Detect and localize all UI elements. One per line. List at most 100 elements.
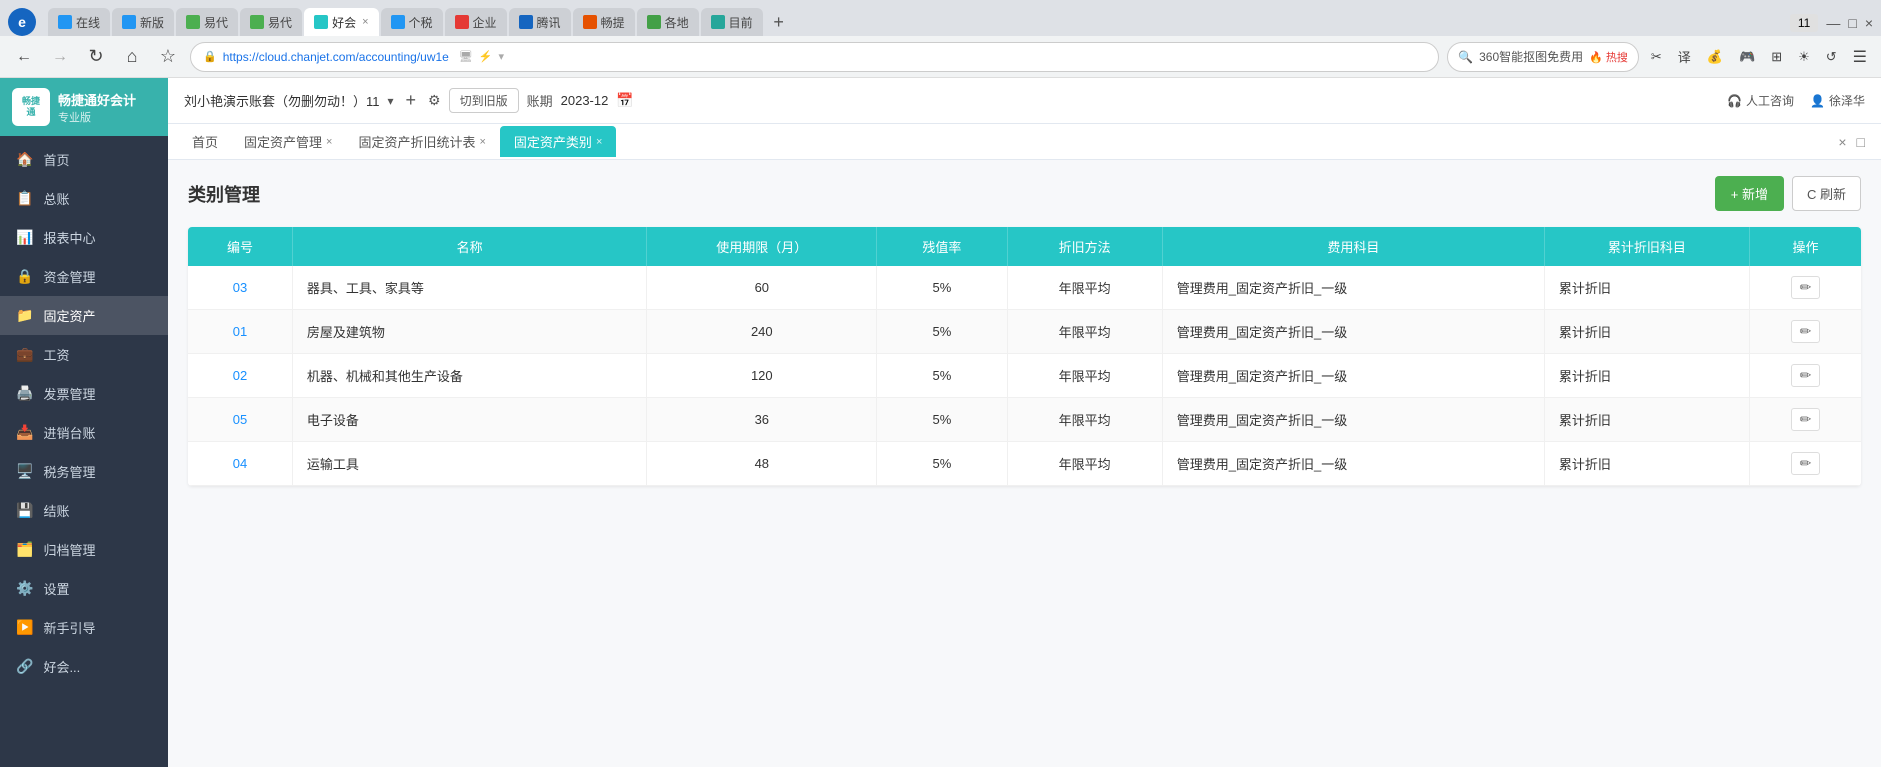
cell-code: 01 — [188, 310, 292, 354]
sidebar-item-settings[interactable]: ⚙️ 设置 — [0, 569, 168, 608]
sidebar-item-archive[interactable]: 🗂️ 归档管理 — [0, 530, 168, 569]
window-close[interactable]: × — [1865, 15, 1873, 31]
cell-expense-account: 管理费用_固定资产折旧_一级 — [1162, 354, 1544, 398]
main-content: 类别管理 + 新增 C 刷新 编号 名称 使用期限（月） 残值率 — [168, 160, 1881, 767]
dropdown-icon[interactable]: ▾ — [388, 94, 394, 108]
browser-tab-qiye[interactable]: 企业 — [445, 8, 507, 36]
wallet-icon[interactable]: 💰 — [1703, 45, 1727, 69]
tax-icon: 🖥️ — [16, 463, 33, 480]
new-tab-button[interactable]: + — [765, 8, 793, 36]
game-icon[interactable]: 🎮 — [1735, 45, 1759, 69]
cut-icon[interactable]: ✂ — [1647, 45, 1666, 69]
browser-tab-changtui[interactable]: 畅提 — [573, 8, 635, 36]
consultant-button[interactable]: 🎧 人工咨询 — [1727, 92, 1794, 109]
user-icon: 👤 — [1810, 94, 1825, 108]
edit-button[interactable]: ✏ — [1791, 320, 1821, 343]
add-button[interactable]: + 新增 — [1715, 176, 1784, 211]
refresh-button-main[interactable]: C 刷新 — [1792, 176, 1861, 211]
browser-tab-xinban[interactable]: 新版 — [112, 8, 174, 36]
refresh-button[interactable]: ↻ — [82, 43, 110, 71]
window-minimize[interactable]: — — [1826, 15, 1840, 31]
sidebar-nav: 🏠 首页 📋 总账 📊 报表中心 🔒 资金管理 📁 固定资产 💼 工资 — [0, 136, 168, 767]
table-row: 03器具、工具、家具等605%年限平均管理费用_固定资产折旧_一级累计折旧✏ — [188, 266, 1861, 310]
sidebar-item-payroll[interactable]: 💼 工资 — [0, 335, 168, 374]
col-header-residual: 残值率 — [877, 227, 1007, 266]
browser-tab-gesui[interactable]: 个税 — [381, 8, 443, 36]
cell-period: 240 — [647, 310, 877, 354]
browser-tab-muqian[interactable]: 目前 — [701, 8, 763, 36]
sidebar-item-funds[interactable]: 🔒 资金管理 — [0, 257, 168, 296]
browser-tab-zaixin[interactable]: 在线 — [48, 8, 110, 36]
more-icon: 🔗 — [16, 658, 33, 675]
cell-method: 年限平均 — [1007, 354, 1162, 398]
tab-depreciation-close[interactable]: × — [479, 136, 485, 148]
translate-icon[interactable]: 译 — [1674, 43, 1695, 70]
window-maximize[interactable]: □ — [1848, 15, 1856, 31]
menu-button[interactable]: ☰ — [1849, 43, 1871, 71]
cell-name: 器具、工具、家具等 — [292, 266, 646, 310]
sidebar-item-tax[interactable]: 🖥️ 税务管理 — [0, 452, 168, 491]
sidebar-item-fixed-assets[interactable]: 📁 固定资产 — [0, 296, 168, 335]
cell-method: 年限平均 — [1007, 398, 1162, 442]
tab-category[interactable]: 固定资产类别 × — [500, 126, 616, 157]
browser-tab-gedi[interactable]: 各地 — [637, 8, 699, 36]
tab-fixed-mgmt[interactable]: 固定资产管理 × — [232, 126, 344, 157]
table-row: 01房屋及建筑物2405%年限平均管理费用_固定资产折旧_一级累计折旧✏ — [188, 310, 1861, 354]
tab-bar-close-icon[interactable]: × — [1834, 130, 1850, 154]
settings-gear-icon[interactable]: ⚙ — [428, 92, 441, 109]
browser-tab-yidai1[interactable]: 易代 — [176, 8, 238, 36]
url-bar[interactable]: 🔒 https://cloud.chanjet.com/accounting/u… — [190, 42, 1439, 72]
tab-fixed-mgmt-close[interactable]: × — [326, 136, 332, 148]
cell-code: 04 — [188, 442, 292, 486]
sidebar-item-purchase-sale[interactable]: 📥 进销台账 — [0, 413, 168, 452]
star-button[interactable]: ☆ — [154, 43, 182, 71]
browser-tab-close[interactable]: × — [362, 16, 368, 28]
sidebar-item-ledger[interactable]: 📋 总账 — [0, 179, 168, 218]
sidebar-item-guide[interactable]: ▶️ 新手引导 — [0, 608, 168, 647]
tab-bar-maximize-icon[interactable]: □ — [1853, 130, 1869, 154]
forward-button[interactable]: → — [46, 43, 74, 71]
sidebar-item-invoice[interactable]: 🖨️ 发票管理 — [0, 374, 168, 413]
switch-version-button[interactable]: 切到旧版 — [449, 88, 519, 113]
table-row: 05电子设备365%年限平均管理费用_固定资产折旧_一级累计折旧✏ — [188, 398, 1861, 442]
browser-tab-haohui[interactable]: 好会 × — [304, 8, 378, 36]
edit-button[interactable]: ✏ — [1791, 408, 1821, 431]
cell-action: ✏ — [1749, 398, 1861, 442]
sidebar-item-more[interactable]: 🔗 好会... — [0, 647, 168, 686]
undo-icon[interactable]: ↺ — [1822, 45, 1841, 69]
cell-method: 年限平均 — [1007, 442, 1162, 486]
edit-button[interactable]: ✏ — [1791, 276, 1821, 299]
cell-action: ✏ — [1749, 310, 1861, 354]
browser-tab-tengxun[interactable]: 腾讯 — [509, 8, 571, 36]
brightness-icon[interactable]: ☀ — [1794, 45, 1814, 69]
cell-accumulated-account: 累计折旧 — [1544, 354, 1749, 398]
account-name: 刘小艳演示账套（勿删勿动！）11 — [184, 91, 380, 110]
cell-name: 机器、机械和其他生产设备 — [292, 354, 646, 398]
calendar-icon[interactable]: 📅 — [616, 92, 633, 109]
tab-category-close[interactable]: × — [596, 136, 602, 148]
browser-tab-yidai2[interactable]: 易代 — [240, 8, 302, 36]
edit-button[interactable]: ✏ — [1791, 452, 1821, 475]
cell-residual-rate: 5% — [877, 442, 1007, 486]
funds-icon: 🔒 — [16, 268, 33, 285]
back-button[interactable]: ← — [10, 43, 38, 71]
cell-period: 48 — [647, 442, 877, 486]
cell-residual-rate: 5% — [877, 354, 1007, 398]
col-header-code: 编号 — [188, 227, 292, 266]
add-account-button[interactable]: + — [402, 90, 421, 111]
col-header-action: 操作 — [1749, 227, 1861, 266]
tab-depreciation[interactable]: 固定资产折旧统计表 × — [346, 126, 497, 157]
user-profile[interactable]: 👤 徐泽华 — [1810, 92, 1865, 109]
settlement-icon: 💾 — [16, 502, 33, 519]
home-button[interactable]: ⌂ — [118, 43, 146, 71]
grid-icon[interactable]: ⊞ — [1767, 45, 1786, 69]
cell-period: 60 — [647, 266, 877, 310]
period-label: 账期 — [527, 91, 553, 110]
edit-button[interactable]: ✏ — [1791, 364, 1821, 387]
tab-home[interactable]: 首页 — [180, 126, 230, 157]
logo-icon: 畅捷通 — [12, 88, 50, 126]
sidebar-item-reports[interactable]: 📊 报表中心 — [0, 218, 168, 257]
sidebar-item-home[interactable]: 🏠 首页 — [0, 140, 168, 179]
sidebar-item-settlement[interactable]: 💾 结账 — [0, 491, 168, 530]
search-bar[interactable]: 🔍 360智能抠图免费用 🔥 热搜 — [1447, 42, 1639, 72]
